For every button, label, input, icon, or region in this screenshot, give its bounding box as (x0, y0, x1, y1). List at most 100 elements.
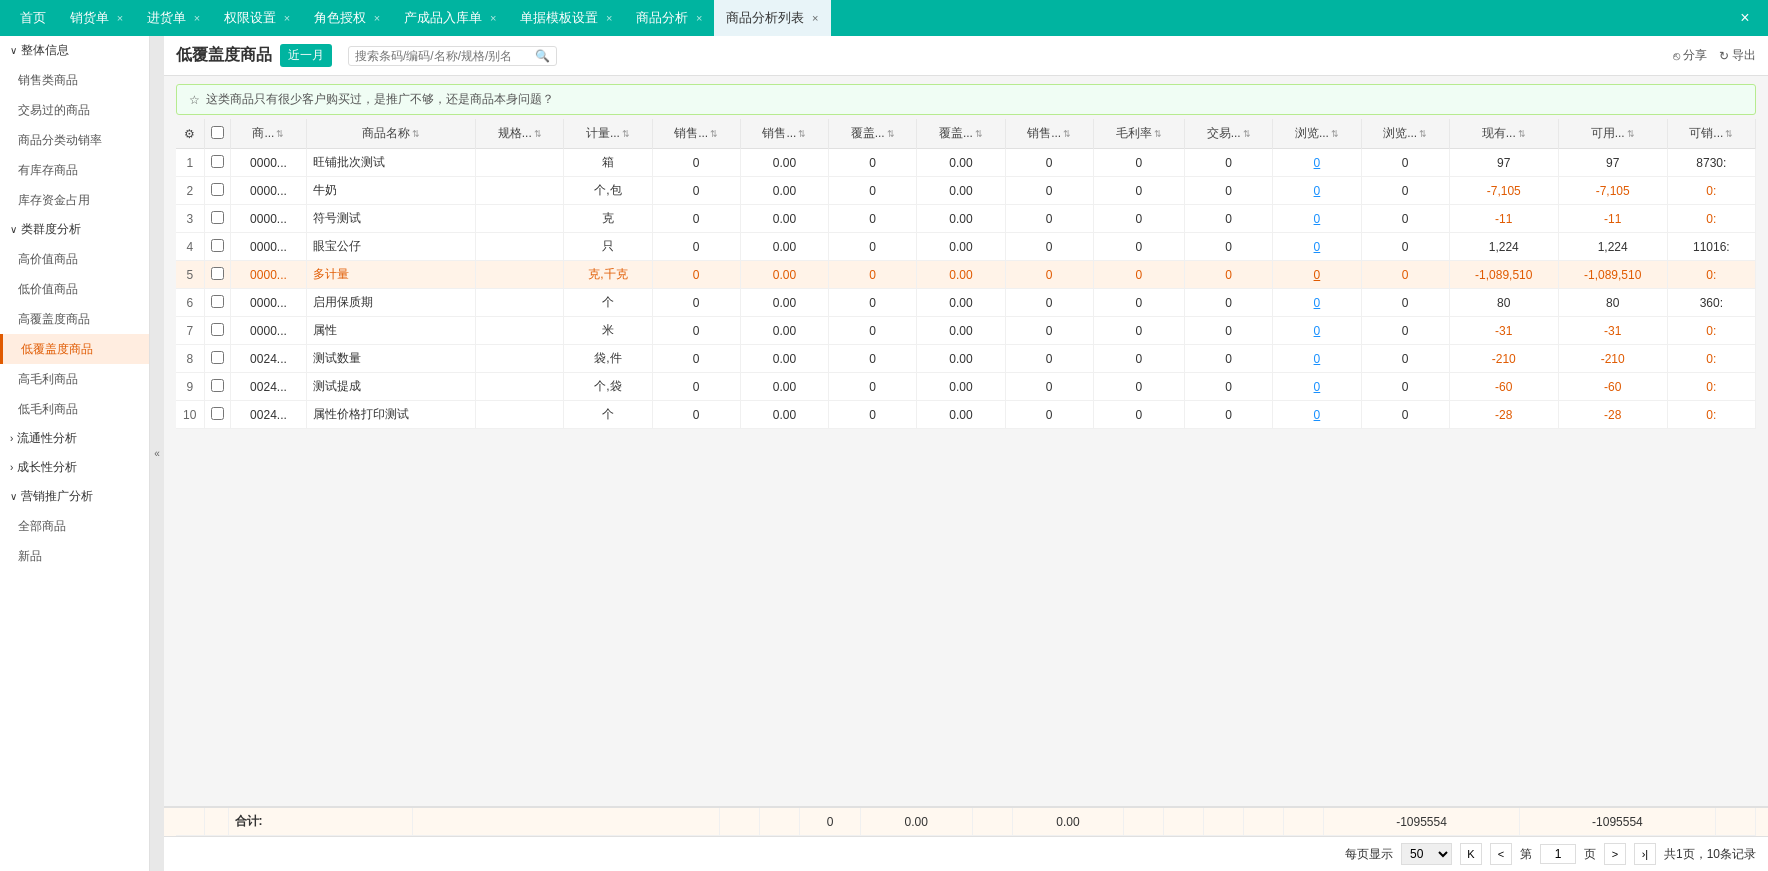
row-checkbox[interactable] (204, 401, 230, 429)
row-checkbox[interactable] (204, 345, 230, 373)
sidebar-item-new-products[interactable]: 新品 (0, 541, 149, 571)
row-select-checkbox[interactable] (211, 267, 224, 280)
prev-page-button[interactable]: < (1490, 843, 1512, 865)
close-icon[interactable]: × (812, 12, 818, 24)
col-checkbox[interactable] (204, 119, 230, 149)
col-coverage2[interactable]: 覆盖...⇅ (917, 119, 1005, 149)
sidebar-item-sales-products[interactable]: 销售类商品 (0, 65, 149, 95)
row-select-checkbox[interactable] (211, 211, 224, 224)
row-browse1[interactable]: 0 (1273, 317, 1361, 345)
col-transaction[interactable]: 交易...⇅ (1185, 119, 1273, 149)
nav-product-analysis-list[interactable]: 商品分析列表 × (714, 0, 830, 36)
sidebar-item-inventory-capital[interactable]: 库存资金占用 (0, 185, 149, 215)
sidebar-item-all-products[interactable]: 全部商品 (0, 511, 149, 541)
col-sales-x[interactable]: 销售...⇅ (1005, 119, 1093, 149)
row-checkbox[interactable] (204, 317, 230, 345)
close-icon[interactable]: × (606, 12, 612, 24)
sidebar-collapse-button[interactable]: « (150, 36, 164, 871)
row-checkbox[interactable] (204, 205, 230, 233)
col-settings[interactable]: ⚙ (176, 119, 204, 149)
row-browse1[interactable]: 0 (1273, 345, 1361, 373)
sidebar-section-marketing[interactable]: ∨ 营销推广分析 (0, 482, 149, 511)
col-coverage1[interactable]: 覆盖...⇅ (829, 119, 917, 149)
sidebar-section-growth[interactable]: › 成长性分析 (0, 453, 149, 482)
export-button[interactable]: ↻ 导出 (1719, 47, 1756, 64)
col-name[interactable]: 商品名称⇅ (307, 119, 476, 149)
nav-purchase-order[interactable]: 进货单 × (135, 0, 212, 36)
sidebar-item-low-margin[interactable]: 低毛利商品 (0, 394, 149, 424)
sidebar-section-cluster[interactable]: ∨ 类群度分析 (0, 215, 149, 244)
sidebar-item-high-coverage[interactable]: 高覆盖度商品 (0, 304, 149, 334)
row-browse1[interactable]: 0 (1273, 233, 1361, 261)
row-browse1[interactable]: 0 (1273, 289, 1361, 317)
sidebar-item-high-margin[interactable]: 高毛利商品 (0, 364, 149, 394)
sidebar-item-in-stock[interactable]: 有库存商品 (0, 155, 149, 185)
row-browse1[interactable]: 0 (1273, 373, 1361, 401)
row-browse1[interactable]: 0 (1273, 401, 1361, 429)
row-select-checkbox[interactable] (211, 239, 224, 252)
page-input[interactable] (1540, 844, 1576, 864)
row-browse1[interactable]: 0 (1273, 205, 1361, 233)
close-icon[interactable]: × (194, 12, 200, 24)
row-select-checkbox[interactable] (211, 155, 224, 168)
row-select-checkbox[interactable] (211, 323, 224, 336)
nav-role-auth[interactable]: 角色授权 × (302, 0, 392, 36)
row-checkbox[interactable] (204, 233, 230, 261)
col-spec[interactable]: 规格...⇅ (476, 119, 564, 149)
col-available-stock[interactable]: 可用...⇅ (1558, 119, 1667, 149)
col-sales-qty[interactable]: 销售...⇅ (652, 119, 740, 149)
sidebar-section-overall[interactable]: ∨ 整体信息 (0, 36, 149, 65)
row-select-checkbox[interactable] (211, 351, 224, 364)
select-all-checkbox[interactable] (211, 126, 224, 139)
col-unit[interactable]: 计量...⇅ (564, 119, 652, 149)
close-icon[interactable]: × (117, 12, 123, 24)
share-button[interactable]: ⎋ 分享 (1673, 47, 1707, 64)
nav-template-settings[interactable]: 单据模板设置 × (508, 0, 624, 36)
row-checkbox[interactable] (204, 177, 230, 205)
row-checkbox[interactable] (204, 149, 230, 177)
nav-sales-order[interactable]: 销货单 × (58, 0, 135, 36)
nav-permission[interactable]: 权限设置 × (212, 0, 302, 36)
row-checkbox[interactable] (204, 261, 230, 289)
sidebar-item-category-activity[interactable]: 商品分类动销率 (0, 125, 149, 155)
row-select-checkbox[interactable] (211, 407, 224, 420)
row-checkbox[interactable] (204, 289, 230, 317)
close-icon[interactable]: × (374, 12, 380, 24)
row-browse1[interactable]: 0 (1273, 149, 1361, 177)
row-checkbox[interactable] (204, 373, 230, 401)
sidebar-item-high-value[interactable]: 高价值商品 (0, 244, 149, 274)
row-browse1[interactable]: 0 (1273, 261, 1361, 289)
close-icon[interactable]: × (284, 12, 290, 24)
search-input[interactable] (355, 49, 535, 63)
per-page-select[interactable]: 50 100 200 (1401, 843, 1452, 865)
sidebar-section-liquidity[interactable]: › 流通性分析 (0, 424, 149, 453)
col-sales-amt[interactable]: 销售...⇅ (740, 119, 828, 149)
last-page-button[interactable]: ›| (1634, 843, 1656, 865)
row-browse1[interactable]: 0 (1273, 177, 1361, 205)
search-icon[interactable]: 🔍 (535, 49, 550, 63)
nav-product-analysis[interactable]: 商品分析 × (624, 0, 714, 36)
row-transaction: 0 (1185, 261, 1273, 289)
next-page-button[interactable]: > (1604, 843, 1626, 865)
window-close-button[interactable]: × (1730, 3, 1760, 33)
col-gross-margin[interactable]: 毛利率⇅ (1093, 119, 1184, 149)
sidebar-item-low-value[interactable]: 低价值商品 (0, 274, 149, 304)
row-select-checkbox[interactable] (211, 379, 224, 392)
first-page-button[interactable]: K (1460, 843, 1482, 865)
col-browse2[interactable]: 浏览...⇅ (1361, 119, 1449, 149)
nav-home[interactable]: 首页 (8, 0, 58, 36)
sidebar-item-traded-products[interactable]: 交易过的商品 (0, 95, 149, 125)
col-saleable[interactable]: 可销...⇅ (1667, 119, 1755, 149)
row-select-checkbox[interactable] (211, 183, 224, 196)
col-browse1[interactable]: 浏览...⇅ (1273, 119, 1361, 149)
sidebar-item-low-coverage[interactable]: 低覆盖度商品 (0, 334, 149, 364)
col-code[interactable]: 商...⇅ (230, 119, 307, 149)
nav-finished-goods[interactable]: 产成品入库单 × (392, 0, 508, 36)
row-select-checkbox[interactable] (211, 295, 224, 308)
close-icon[interactable]: × (490, 12, 496, 24)
close-icon[interactable]: × (696, 12, 702, 24)
row-gross-margin: 0 (1093, 233, 1184, 261)
col-current-stock[interactable]: 现有...⇅ (1449, 119, 1558, 149)
date-filter-button[interactable]: 近一月 (280, 44, 332, 67)
row-current-stock: -1,089,510 (1449, 261, 1558, 289)
